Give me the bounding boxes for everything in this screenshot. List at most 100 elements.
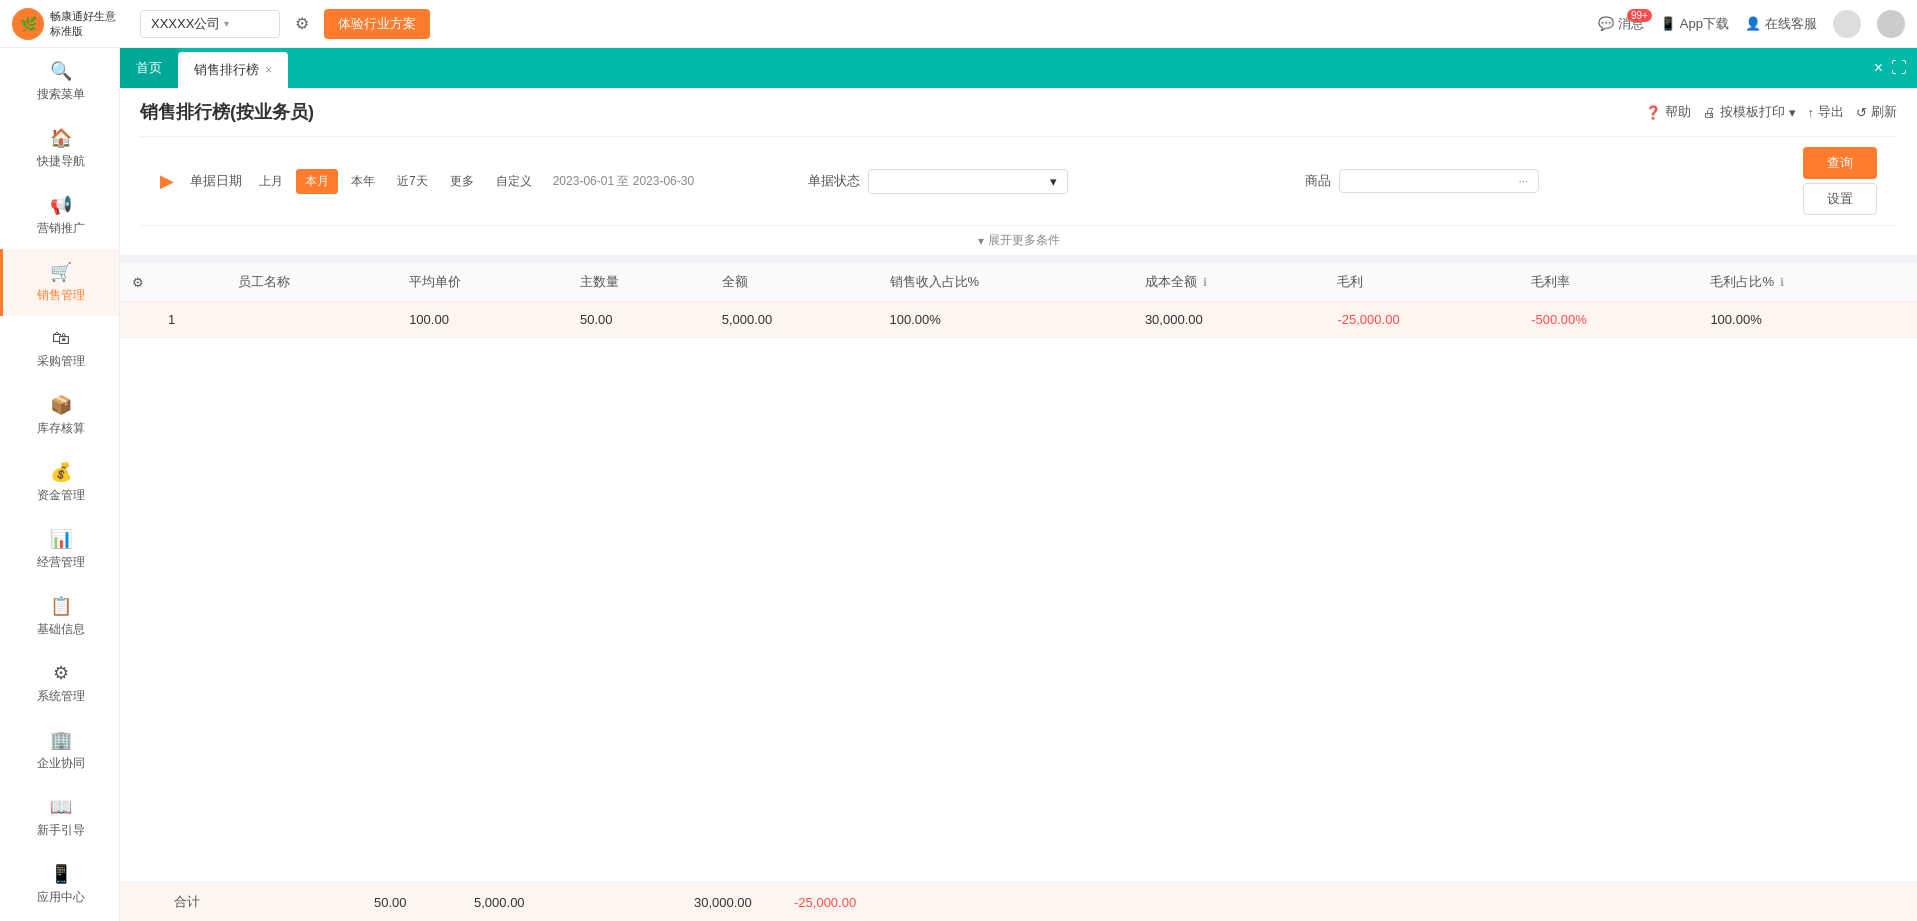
sidebar-item-system[interactable]: ⚙系统管理 xyxy=(0,650,119,717)
sidebar-item-operation[interactable]: 📊 经营管理 xyxy=(0,516,119,583)
row-avg-price: 100.00 xyxy=(397,302,568,338)
tab-sales-ranking[interactable]: 销售排行榜 × xyxy=(178,52,288,88)
service-icon: 👤 xyxy=(1745,16,1761,31)
window-maximize-icon[interactable]: ⛶ xyxy=(1891,59,1907,77)
sidebar-item-appstore[interactable]: 📱应用中心 xyxy=(0,851,119,918)
app-download-button[interactable]: 📱 App下载 xyxy=(1660,15,1729,33)
row-name xyxy=(226,302,397,338)
page-title-row: 销售排行榜(按业务员) ❓ 帮助 🖨 按模板打印 ▾ ↑ xyxy=(140,100,1897,124)
goods-input[interactable]: ··· xyxy=(1339,169,1539,193)
marketing-icon: 📢 xyxy=(50,194,72,216)
refresh-icon: ↺ xyxy=(1856,105,1867,120)
sidebar-item-purchase[interactable]: 🛍采购管理 xyxy=(0,316,119,382)
sidebar-item-guide[interactable]: 📖新手引导 xyxy=(0,784,119,851)
sidebar-item-label: 销售管理 xyxy=(37,287,85,304)
page-title: 销售排行榜(按业务员) xyxy=(140,100,314,124)
tab-close-icon[interactable]: × xyxy=(265,63,272,77)
expand-icon[interactable]: ▶ xyxy=(160,170,174,192)
col-sales-pct: 销售收入占比% xyxy=(878,263,1133,302)
goods-label: 商品 xyxy=(1305,172,1331,190)
sidebar-item-finance[interactable]: 💰资金管理 xyxy=(0,449,119,516)
date-filter-tags: 上月本月本年近7天更多自定义 xyxy=(250,169,541,194)
enterprise-icon: 🏢 xyxy=(50,729,72,751)
row-quantity: 50.00 xyxy=(568,302,710,338)
status-label: 单据状态 xyxy=(808,172,860,190)
date-tag-自定义[interactable]: 自定义 xyxy=(487,169,541,194)
page-header: 销售排行榜(按业务员) ❓ 帮助 🖨 按模板打印 ▾ ↑ xyxy=(120,88,1917,255)
sidebar-item-sales[interactable]: 🛒销售管理 xyxy=(0,249,119,316)
expand-more-button[interactable]: ▾ 展开更多条件 xyxy=(140,225,1897,255)
window-close-icon[interactable]: × xyxy=(1874,59,1883,77)
help-button[interactable]: ❓ 帮助 xyxy=(1645,103,1691,121)
table-row: 1 100.00 50.00 5,000.00 100.00% 30,000.0… xyxy=(120,302,1917,338)
status-chevron-icon: ▾ xyxy=(1050,174,1057,189)
footer-cost: 30,000.00 xyxy=(682,895,782,910)
date-label: 单据日期 xyxy=(190,172,242,190)
sidebar-item-search[interactable]: 🔍搜索菜单 xyxy=(0,48,119,115)
avatar2[interactable] xyxy=(1877,10,1905,38)
sidebar-item-enterprise[interactable]: 🏢 企业协同 xyxy=(0,717,119,784)
logo-icon: 🌿 xyxy=(12,8,44,40)
footer-cells: 合计 50.00 5,000.00 30,000.00 xyxy=(132,893,1905,911)
sidebar-item-basic[interactable]: 📋 基础信息 xyxy=(0,583,119,650)
export-button[interactable]: ↑ 导出 xyxy=(1808,103,1845,121)
page-actions: ❓ 帮助 🖨 按模板打印 ▾ ↑ 导出 ↺ xyxy=(1645,103,1898,121)
col-settings[interactable]: ⚙ xyxy=(120,263,156,302)
col-amount: 全额 xyxy=(710,263,878,302)
refresh-button[interactable]: ↺ 刷新 xyxy=(1856,103,1897,121)
footer-total-label: 合计 xyxy=(162,893,362,911)
basic-icon: 📋 xyxy=(50,595,72,617)
sidebar-item-label: 营销推广 xyxy=(37,220,85,237)
footer-quantity: 50.00 xyxy=(362,895,462,910)
sidebar-item-label: 搜索菜单 xyxy=(37,86,85,103)
date-tag-本月[interactable]: 本月 xyxy=(296,169,338,194)
cost-info-icon[interactable]: ℹ xyxy=(1203,276,1207,288)
template-print-button[interactable]: 🖨 按模板打印 ▾ xyxy=(1703,103,1796,121)
operation-icon: 📊 xyxy=(50,528,72,550)
gross-pct-info-icon[interactable]: ℹ xyxy=(1780,276,1784,288)
system-icon: ⚙ xyxy=(53,662,69,684)
col-gross-rate: 毛利率 xyxy=(1519,263,1698,302)
quick-nav-icon: 🏠 xyxy=(50,127,72,149)
content-area: 首页 销售排行榜 × × ⛶ 销售排行榜(按业务员) ❓ 帮助 xyxy=(120,48,1917,921)
row-gross-pct: 100.00% xyxy=(1698,302,1917,338)
finance-icon: 💰 xyxy=(50,461,72,483)
date-tag-上月[interactable]: 上月 xyxy=(250,169,292,194)
date-tag-更多[interactable]: 更多 xyxy=(441,169,483,194)
col-gross-pct: 毛利占比% ℹ xyxy=(1698,263,1917,302)
row-gross: -25,000.00 xyxy=(1325,302,1519,338)
inventory-icon: 📦 xyxy=(50,394,72,416)
sidebar-item-marketing[interactable]: 📢 营销推广 xyxy=(0,182,119,249)
date-tag-本年[interactable]: 本年 xyxy=(342,169,384,194)
print-icon: 🖨 xyxy=(1703,105,1716,120)
filter-settings-button[interactable]: 设置 xyxy=(1803,183,1877,215)
goods-filter-row: 商品 ··· xyxy=(1305,169,1787,193)
table-area: ⚙ 员工名称 平均单价 主数量 全额 销售收入占比% 成本全额 ℹ 毛利 毛利率… xyxy=(120,263,1917,921)
date-tag-近7天[interactable]: 近7天 xyxy=(388,169,437,194)
query-button[interactable]: 查询 xyxy=(1803,147,1877,179)
row-cost: 30,000.00 xyxy=(1133,302,1326,338)
footer-amount: 5,000.00 xyxy=(462,895,562,910)
avatar[interactable] xyxy=(1833,10,1861,38)
row-sales-pct: 100.00% xyxy=(878,302,1133,338)
company-selector[interactable]: XXXXX公司 ▾ xyxy=(140,10,280,38)
message-icon: 💬 xyxy=(1598,16,1614,31)
settings-icon[interactable]: ⚙ xyxy=(288,10,316,38)
col-avg-price: 平均单价 xyxy=(397,263,568,302)
tab-home[interactable]: 首页 xyxy=(120,48,178,88)
sidebar-item-inventory[interactable]: 📦库存核算 xyxy=(0,382,119,449)
online-service-button[interactable]: 👤 在线客服 xyxy=(1745,15,1817,33)
trial-button[interactable]: 体验行业方案 xyxy=(324,9,430,39)
sidebar-item-quick-nav[interactable]: 🏠快捷导航 xyxy=(0,115,119,182)
messages-button[interactable]: 💬 消息 99+ xyxy=(1598,15,1644,33)
header-right: 💬 消息 99+ 📱 App下载 👤 在线客服 xyxy=(1598,10,1905,38)
status-select[interactable]: ▾ xyxy=(868,169,1068,194)
more-icon: ··· xyxy=(1518,174,1528,188)
status-filter-row: 单据状态 ▾ xyxy=(808,169,1290,194)
col-quantity: 主数量 xyxy=(568,263,710,302)
sidebar-item-label: 企业协同 xyxy=(37,755,85,772)
sidebar-item-label: 经营管理 xyxy=(37,554,85,571)
sidebar-item-label: 应用中心 xyxy=(37,889,85,906)
date-range: 2023-06-01 至 2023-06-30 xyxy=(553,173,694,190)
sidebar-item-label: 基础信息 xyxy=(37,621,85,638)
